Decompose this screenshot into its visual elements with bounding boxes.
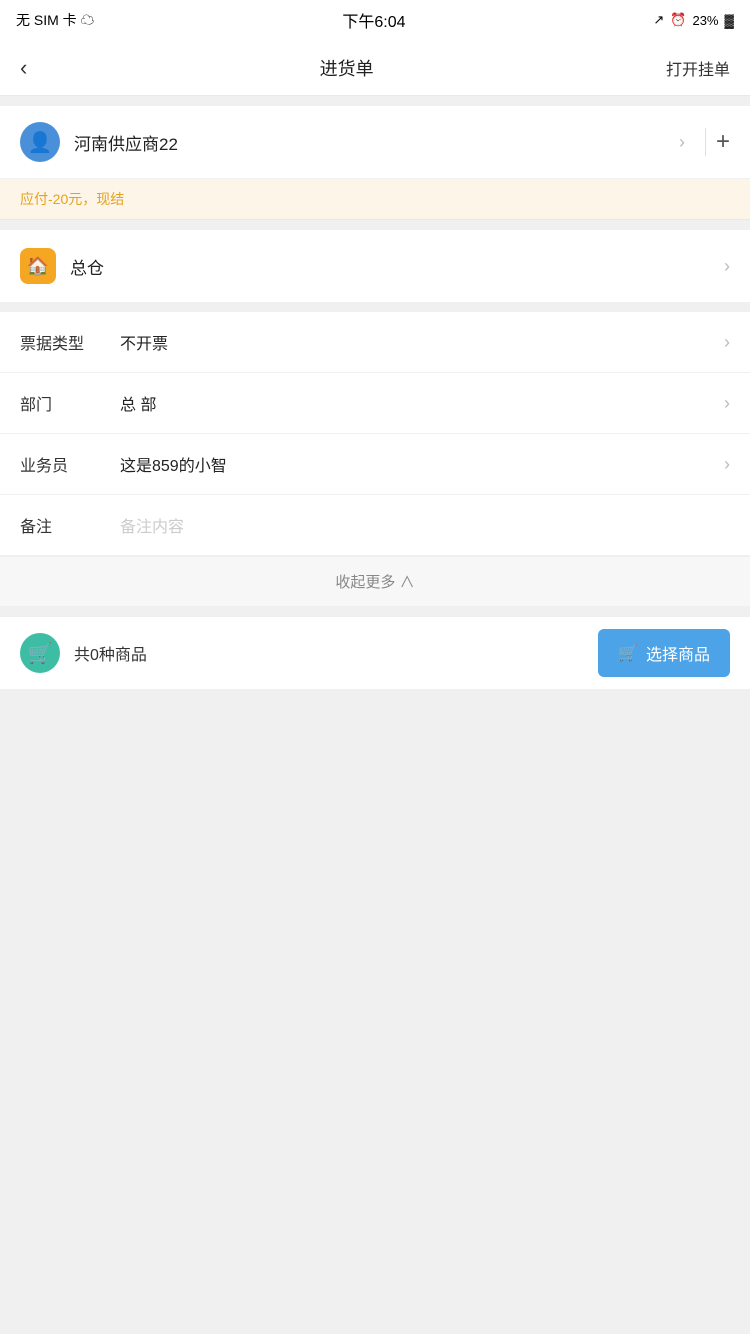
warehouse-icon: 🏠 xyxy=(20,248,56,284)
supplier-card: 👤 河南供应商22 › + 应付-20元，现结 xyxy=(0,106,750,220)
department-row[interactable]: 部门 总 部 › xyxy=(0,373,750,434)
warehouse-label: 总仓 xyxy=(70,254,724,279)
product-count: 共0种商品 xyxy=(74,641,598,665)
salesperson-label: 业务员 xyxy=(20,452,120,476)
department-chevron-icon: › xyxy=(724,393,730,414)
ticket-type-label: 票据类型 xyxy=(20,330,120,354)
ticket-type-value: 不开票 xyxy=(120,330,724,354)
battery-icon: ▓ xyxy=(725,13,734,28)
sim-signal: 无 SIM 卡 ☁ xyxy=(16,10,95,30)
avatar-icon: 👤 xyxy=(28,130,53,155)
section-gap-3 xyxy=(0,302,750,312)
collapse-label: 收起更多 ∧ xyxy=(335,571,414,592)
nav-bar: ‹ 进货单 打开挂单 xyxy=(0,40,750,96)
collapse-row[interactable]: 收起更多 ∧ xyxy=(0,556,750,606)
department-value: 总 部 xyxy=(120,391,724,415)
battery-level: 23% xyxy=(692,13,718,28)
warehouse-chevron-icon: › xyxy=(724,256,730,277)
warehouse-card: 🏠 总仓 › xyxy=(0,230,750,302)
salesperson-row[interactable]: 业务员 这是859的小智 › xyxy=(0,434,750,495)
remark-label: 备注 xyxy=(20,513,120,537)
ticket-type-chevron-icon: › xyxy=(724,332,730,353)
notice-text: 应付-20元，现结 xyxy=(20,191,124,207)
warehouse-row[interactable]: 🏠 总仓 › xyxy=(0,230,750,302)
product-icon: 🛒 xyxy=(20,633,60,673)
form-section: 票据类型 不开票 › 部门 总 部 › 业务员 这是859的小智 › 备注 备注… xyxy=(0,312,750,556)
select-product-button[interactable]: 🛒 选择商品 xyxy=(598,629,730,677)
status-left: 无 SIM 卡 ☁ xyxy=(16,10,95,30)
alarm-icon: ⏰ xyxy=(670,12,686,28)
department-label: 部门 xyxy=(20,391,120,415)
ticket-type-row[interactable]: 票据类型 不开票 › xyxy=(0,312,750,373)
cart-icon: 🛒 xyxy=(28,641,53,666)
supplier-row[interactable]: 👤 河南供应商22 › + xyxy=(0,106,750,179)
section-gap-4 xyxy=(0,606,750,616)
add-supplier-button[interactable]: + xyxy=(705,128,730,156)
salesperson-chevron-icon: › xyxy=(724,454,730,475)
status-time: 下午6:04 xyxy=(342,8,405,32)
notice-banner: 应付-20元，现结 xyxy=(0,179,750,220)
salesperson-value: 这是859的小智 xyxy=(120,452,724,476)
select-btn-label: 选择商品 xyxy=(646,641,710,665)
status-bar: 无 SIM 卡 ☁ 下午6:04 ↗ ⏰ 23% ▓ xyxy=(0,0,750,40)
location-icon: ↗ xyxy=(653,12,664,28)
remark-placeholder: 备注内容 xyxy=(120,513,730,537)
status-right: ↗ ⏰ 23% ▓ xyxy=(653,12,734,28)
remark-row[interactable]: 备注 备注内容 xyxy=(0,495,750,556)
home-icon: 🏠 xyxy=(27,256,49,277)
select-cart-icon: 🛒 xyxy=(618,643,638,663)
background-rest xyxy=(0,689,750,989)
open-pending-button[interactable]: 打开挂单 xyxy=(666,56,730,80)
page-title: 进货单 xyxy=(320,55,374,81)
back-button[interactable]: ‹ xyxy=(20,55,27,81)
section-gap-2 xyxy=(0,220,750,230)
supplier-avatar: 👤 xyxy=(20,122,60,162)
section-gap-1 xyxy=(0,96,750,106)
bottom-bar: 🛒 共0种商品 🛒 选择商品 xyxy=(0,616,750,689)
supplier-chevron-icon: › xyxy=(679,132,685,153)
supplier-name: 河南供应商22 xyxy=(74,130,679,155)
